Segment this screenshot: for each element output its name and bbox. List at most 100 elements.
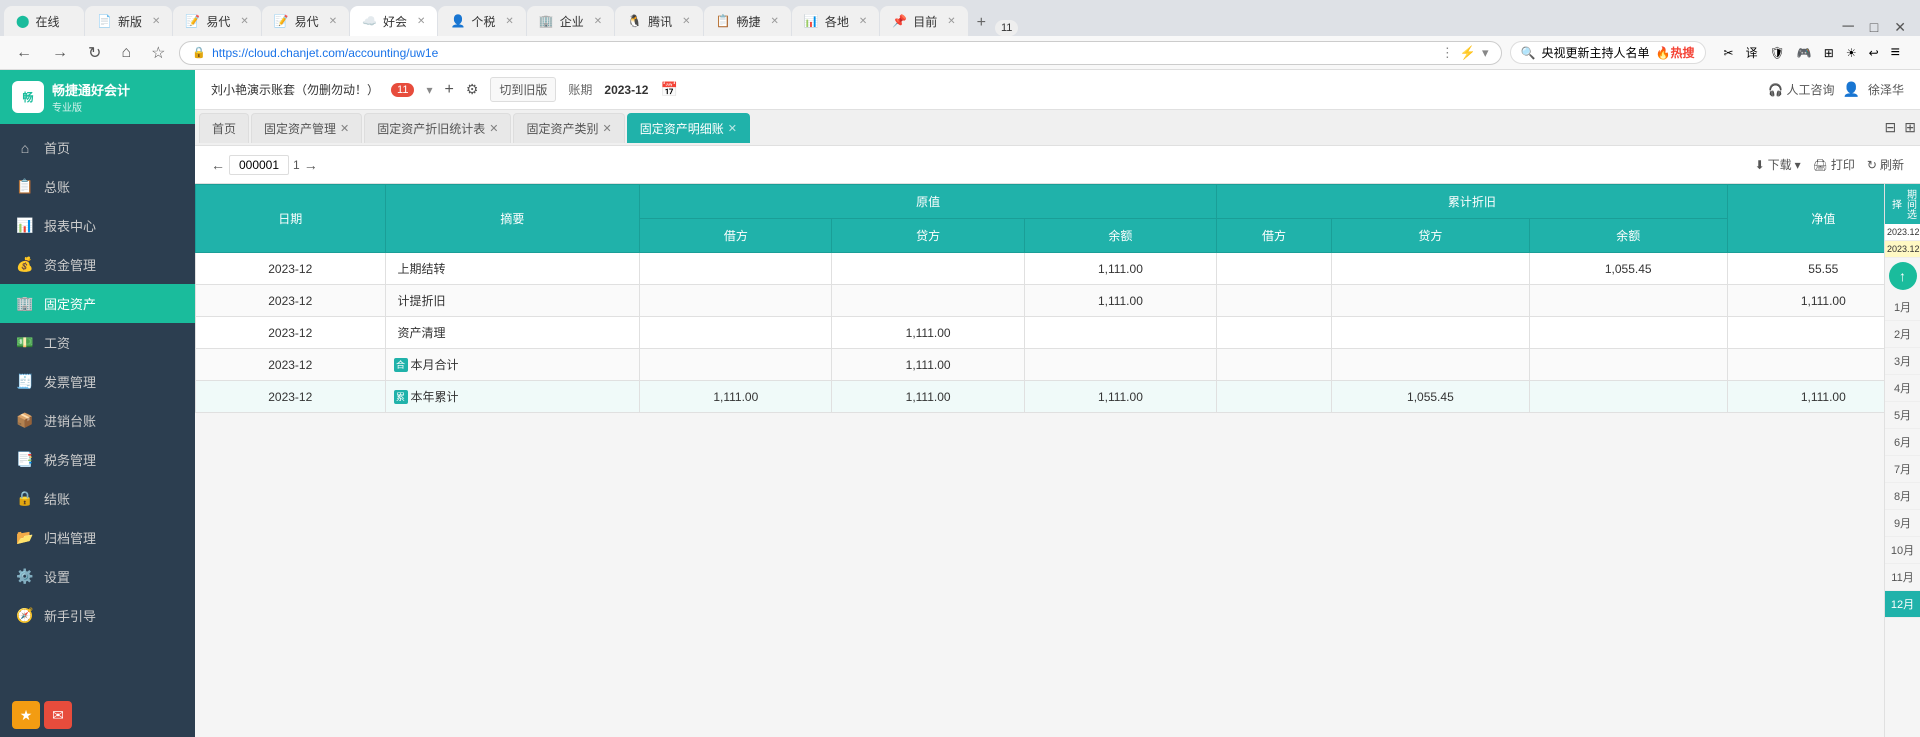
lightning-icon[interactable]: ⚡: [1460, 45, 1476, 61]
sidebar-item-general-ledger[interactable]: 📋 总账: [0, 167, 195, 206]
home-button[interactable]: ⌂: [115, 42, 137, 64]
address-bar[interactable]: 🔒 https://cloud.chanjet.com/accounting/u…: [179, 41, 1501, 65]
sidebar-item-payroll[interactable]: 💵 工资: [0, 323, 195, 362]
sidebar-star-button[interactable]: ★: [12, 701, 40, 729]
settings-icon[interactable]: ⚙: [466, 81, 479, 98]
sidebar-item-closing[interactable]: 🔒 结账: [0, 479, 195, 518]
period-month-11[interactable]: 11月: [1885, 564, 1920, 591]
browser-tab-haohui[interactable]: ☁️ 好会 ✕: [350, 6, 437, 36]
browser-tab-qiye[interactable]: 🏢 企业 ✕: [527, 6, 614, 36]
switch-version-button[interactable]: 切到旧版: [490, 77, 556, 102]
sidebar-item-reports[interactable]: 📊 报表中心: [0, 206, 195, 245]
calendar-icon[interactable]: 📅: [660, 81, 677, 98]
dropdown-icon[interactable]: ▾: [426, 83, 432, 97]
period-month-6[interactable]: 6月: [1885, 429, 1920, 456]
page-tab-asset-category[interactable]: 固定资产类别 ✕: [513, 113, 624, 143]
browser-tab-tengxun[interactable]: 🐧 腾讯 ✕: [615, 6, 702, 36]
period-month-7[interactable]: 7月: [1885, 456, 1920, 483]
search-bar[interactable]: 🔍 央视更新主持人名单 🔥热搜: [1510, 41, 1706, 64]
browser-tab-geshui[interactable]: 👤 个税 ✕: [438, 6, 525, 36]
period-month-1[interactable]: 1月: [1885, 294, 1920, 321]
new-tab-button[interactable]: +: [969, 10, 994, 36]
period-month-12[interactable]: 12月: [1885, 591, 1920, 618]
bookmark-button[interactable]: ☆: [145, 41, 171, 65]
sidebar-item-tax[interactable]: 📑 税务管理: [0, 440, 195, 479]
tab-close-icon[interactable]: ✕: [489, 122, 498, 135]
row-summary[interactable]: 资产清理: [385, 317, 640, 349]
browser-tab-online[interactable]: ⬤ 在线: [4, 6, 84, 36]
tab-close-icon[interactable]: ✕: [859, 16, 867, 27]
period-month-10[interactable]: 10月: [1885, 537, 1920, 564]
period-date-end[interactable]: 2023.12: [1885, 241, 1920, 258]
sidebar-item-guide[interactable]: 🧭 新手引导: [0, 596, 195, 635]
reload-button[interactable]: ↻: [82, 41, 107, 65]
tab-close-icon[interactable]: ✕: [728, 122, 737, 135]
tab-close-icon[interactable]: ✕: [340, 122, 349, 135]
support-button[interactable]: 🎧 人工咨询: [1768, 81, 1834, 98]
sidebar-item-purchase-sales[interactable]: 📦 进销台账: [0, 401, 195, 440]
sidebar-item-invoice[interactable]: 🧾 发票管理: [0, 362, 195, 401]
tab-close-icon[interactable]: ✕: [329, 16, 337, 27]
download-button[interactable]: ⬇ 下载 ▾: [1755, 156, 1801, 173]
tab-close-icon[interactable]: ✕: [240, 16, 248, 27]
avatar-icon[interactable]: 👤: [1843, 81, 1860, 98]
add-button[interactable]: +: [444, 81, 453, 99]
tab-close-icon[interactable]: ✕: [603, 122, 612, 135]
site-info-icon[interactable]: ⋮: [1441, 45, 1454, 61]
period-date-start[interactable]: 2023.12: [1885, 224, 1920, 241]
row-summary[interactable]: 计提折旧: [385, 285, 640, 317]
tab-close-icon[interactable]: ✕: [417, 16, 425, 27]
history-icon[interactable]: ↩: [1869, 46, 1879, 60]
dropdown-icon[interactable]: ▾: [1482, 45, 1489, 61]
grid-icon[interactable]: ⊞: [1824, 46, 1834, 60]
forward-button[interactable]: →: [46, 42, 74, 64]
tab-close-icon[interactable]: ✕: [770, 16, 778, 27]
browser-tab-yidai2[interactable]: 📝 易代 ✕: [262, 6, 349, 36]
brightness-icon[interactable]: ☀: [1846, 46, 1857, 60]
page-tab-asset-ledger[interactable]: 固定资产明细账 ✕: [627, 113, 750, 143]
sidebar-item-funds[interactable]: 💰 资金管理: [0, 245, 195, 284]
period-month-3[interactable]: 3月: [1885, 348, 1920, 375]
page-tab-fixed-assets[interactable]: 固定资产管理 ✕: [251, 113, 362, 143]
period-month-5[interactable]: 5月: [1885, 402, 1920, 429]
period-month-4[interactable]: 4月: [1885, 375, 1920, 402]
tab-close-icon[interactable]: ✕: [947, 16, 955, 27]
sidebar-item-home[interactable]: ⌂ 首页: [0, 128, 195, 167]
expand-icon[interactable]: ⊞: [1904, 119, 1916, 136]
tab-close-icon[interactable]: ✕: [152, 16, 160, 27]
browser-tab-gedi[interactable]: 📊 各地 ✕: [792, 6, 879, 36]
row-summary[interactable]: 上期结转: [385, 253, 640, 285]
sidebar-item-fixed-assets[interactable]: 🏢 固定资产: [0, 284, 195, 323]
scroll-up-button[interactable]: ↑: [1889, 262, 1917, 290]
period-month-2[interactable]: 2月: [1885, 321, 1920, 348]
browser-tab-changjie[interactable]: 📋 畅捷 ✕: [704, 6, 791, 36]
page-tab-depreciation-stats[interactable]: 固定资产折旧统计表 ✕: [364, 113, 511, 143]
tab-close-icon[interactable]: ✕: [505, 16, 513, 27]
sidebar-item-settings[interactable]: ⚙️ 设置: [0, 557, 195, 596]
record-id-input[interactable]: [229, 155, 289, 175]
tab-close-icon[interactable]: ✕: [594, 16, 602, 27]
print-button[interactable]: 🖨 打印: [1813, 156, 1855, 173]
maximize-button[interactable]: □: [1870, 19, 1878, 35]
tab-close-icon[interactable]: ✕: [682, 16, 690, 27]
cut-icon[interactable]: ✂: [1724, 46, 1734, 60]
collapse-icon[interactable]: ⊟: [1885, 119, 1897, 136]
prev-button[interactable]: ←: [211, 157, 225, 173]
sidebar-mail-button[interactable]: ✉: [44, 701, 72, 729]
browser-tab-new[interactable]: 📄 新版 ✕: [85, 6, 172, 36]
browser-tab-yidai1[interactable]: 📝 易代 ✕: [173, 6, 260, 36]
period-month-8[interactable]: 8月: [1885, 483, 1920, 510]
browser-tab-muqian[interactable]: 📌 目前 ✕: [880, 6, 967, 36]
sidebar-item-archive[interactable]: 📂 归档管理: [0, 518, 195, 557]
close-button[interactable]: ✕: [1894, 19, 1906, 36]
notification-badge[interactable]: 11: [391, 83, 414, 97]
refresh-button[interactable]: ↻ 刷新: [1867, 156, 1904, 173]
next-button[interactable]: →: [304, 157, 318, 173]
period-month-9[interactable]: 9月: [1885, 510, 1920, 537]
back-button[interactable]: ←: [10, 42, 38, 64]
page-tab-home[interactable]: 首页: [199, 113, 249, 143]
game-icon[interactable]: 🎮: [1797, 46, 1812, 60]
translate-icon[interactable]: 译: [1746, 44, 1758, 61]
tab-count-badge[interactable]: 11: [995, 20, 1018, 36]
adblock-icon[interactable]: 🛡: [1770, 46, 1785, 60]
